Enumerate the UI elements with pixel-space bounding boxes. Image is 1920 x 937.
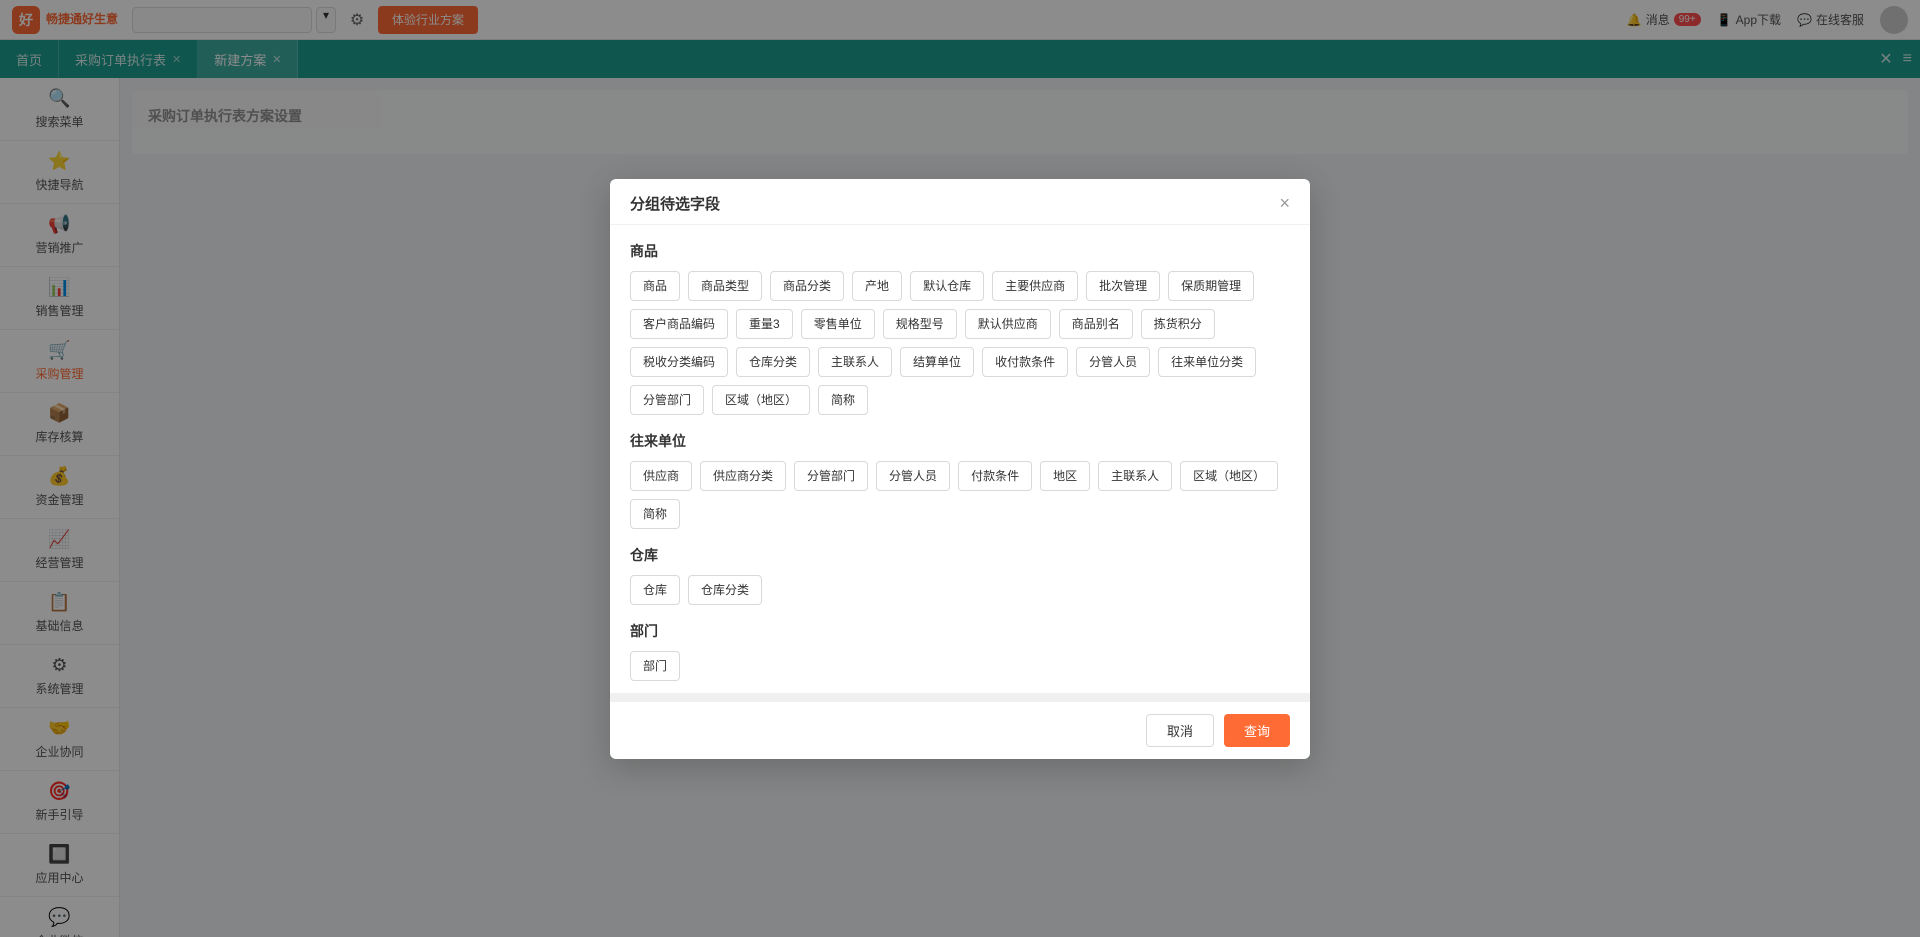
field-tag[interactable]: 分管部门 [630,385,704,415]
field-selection-modal: 分组待选字段 × 商品商品商品类型商品分类产地默认仓库主要供应商批次管理保质期管… [610,179,1310,759]
field-tag[interactable]: 主要供应商 [992,271,1078,301]
field-section-title-warehouse: 仓库 [630,545,1290,565]
field-section-department: 部门部门 [630,621,1290,681]
field-tags-goods: 商品商品类型商品分类产地默认仓库主要供应商批次管理保质期管理客户商品编码重量3 零… [630,271,1290,415]
modal-overlay: 分组待选字段 × 商品商品商品类型商品分类产地默认仓库主要供应商批次管理保质期管… [0,0,1920,937]
field-tag[interactable]: 保质期管理 [1168,271,1254,301]
field-tag[interactable]: 结算单位 [900,347,974,377]
cancel-button[interactable]: 取消 [1146,714,1214,747]
field-tag[interactable]: 主联系人 [818,347,892,377]
field-tag[interactable]: 地区 [1040,461,1090,491]
field-tag[interactable]: 付款条件 [958,461,1032,491]
field-section-partner: 往来单位供应商供应商分类分管部门分管人员付款条件地区主联系人区域（地区） 简称 [630,431,1290,529]
field-tag[interactable]: 区域（地区） [712,385,810,415]
field-section-title-department: 部门 [630,621,1290,641]
field-tag[interactable]: 重量3 [736,309,793,339]
modal-footer: 取消 查询 [610,701,1310,759]
field-tag[interactable]: 供应商分类 [700,461,786,491]
field-tag[interactable]: 仓库 [630,575,680,605]
field-section-warehouse: 仓库仓库仓库分类 [630,545,1290,605]
field-tag[interactable]: 零售单位 [801,309,875,339]
modal-header: 分组待选字段 × [610,179,1310,225]
field-tag[interactable]: 主联系人 [1098,461,1172,491]
field-tag[interactable]: 客户商品编码 [630,309,728,339]
modal-body: 商品商品商品类型商品分类产地默认仓库主要供应商批次管理保质期管理客户商品编码重量… [610,225,1310,693]
field-tag[interactable]: 商品 [630,271,680,301]
field-tag[interactable]: 商品别名 [1059,309,1133,339]
field-tag[interactable]: 收付款条件 [982,347,1068,377]
field-tag[interactable]: 商品分类 [770,271,844,301]
field-tags-partner: 供应商供应商分类分管部门分管人员付款条件地区主联系人区域（地区） 简称 [630,461,1290,529]
modal-close-btn[interactable]: × [1279,194,1290,212]
field-tag[interactable]: 简称 [818,385,868,415]
field-tag[interactable]: 区域（地区） [1180,461,1278,491]
field-tag[interactable]: 往来单位分类 [1158,347,1256,377]
field-tag[interactable]: 默认仓库 [910,271,984,301]
field-tag[interactable]: 分管人员 [1076,347,1150,377]
field-section-title-goods: 商品 [630,241,1290,261]
modal-hscroll [610,693,1310,701]
confirm-button[interactable]: 查询 [1224,714,1290,747]
field-tag[interactable]: 简称 [630,499,680,529]
field-tag[interactable]: 批次管理 [1086,271,1160,301]
field-tag[interactable]: 分管人员 [876,461,950,491]
field-tag[interactable]: 部门 [630,651,680,681]
field-tag[interactable]: 税收分类编码 [630,347,728,377]
field-tags-warehouse: 仓库仓库分类 [630,575,1290,605]
field-section-title-partner: 往来单位 [630,431,1290,451]
field-tag[interactable]: 分管部门 [794,461,868,491]
field-tags-department: 部门 [630,651,1290,681]
modal-title: 分组待选字段 [630,193,720,214]
field-tag[interactable]: 仓库分类 [736,347,810,377]
field-tag[interactable]: 仓库分类 [688,575,762,605]
field-tag[interactable]: 拣货积分 [1141,309,1215,339]
field-tag[interactable]: 产地 [852,271,902,301]
field-tag[interactable]: 默认供应商 [965,309,1051,339]
field-section-goods: 商品商品商品类型商品分类产地默认仓库主要供应商批次管理保质期管理客户商品编码重量… [630,241,1290,415]
field-tag[interactable]: 供应商 [630,461,692,491]
field-tag[interactable]: 商品类型 [688,271,762,301]
field-tag[interactable]: 规格型号 [883,309,957,339]
modal-sections: 商品商品商品类型商品分类产地默认仓库主要供应商批次管理保质期管理客户商品编码重量… [630,241,1290,693]
